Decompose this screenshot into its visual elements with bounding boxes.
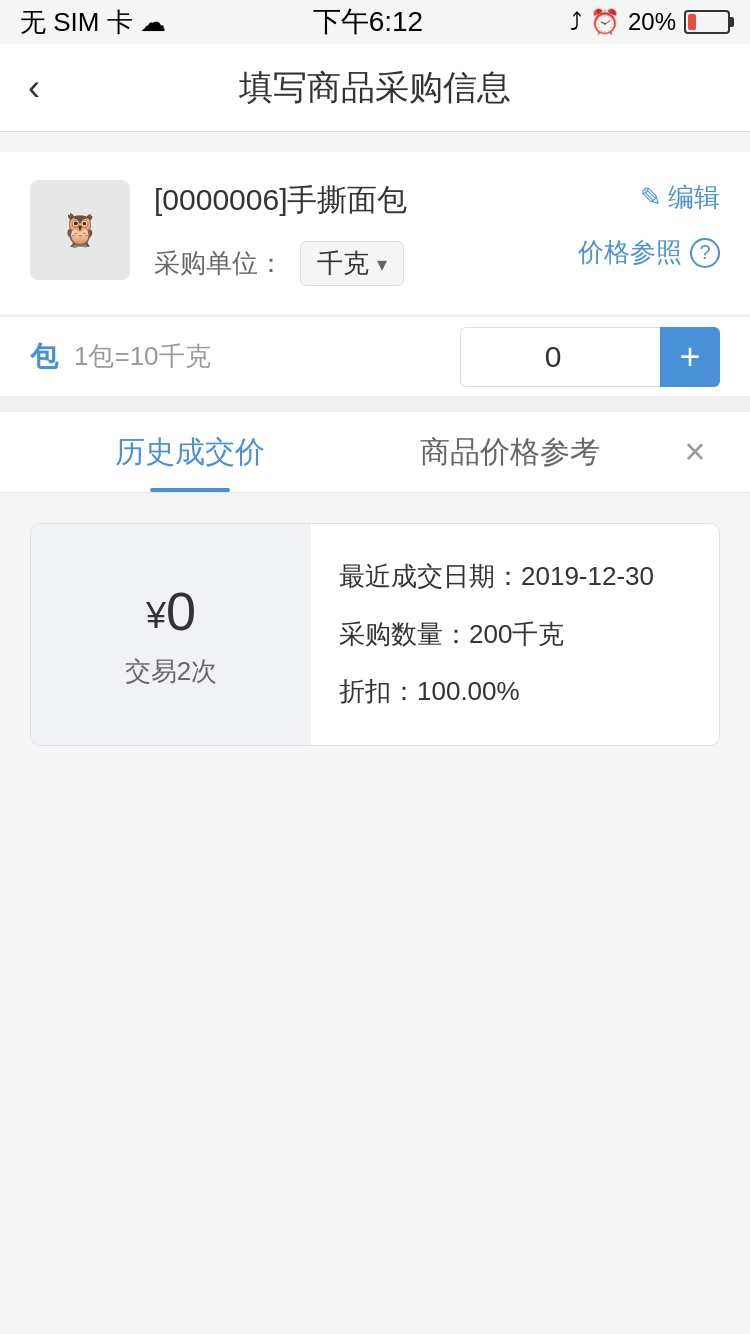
purchase-quantity-value: 200千克: [469, 619, 564, 649]
product-card: 🦉 [0000006]手撕面包 采购单位： 千克 ▾ ✎ 编辑 价格参照: [0, 152, 750, 314]
status-bar: 无 SIM 卡 ☁ 下午6:12 ⤴ ⏰ 20%: [0, 0, 750, 44]
quantity-section: 包 1包=10千克 +: [0, 316, 750, 396]
quantity-label-group: 包 1包=10千克: [30, 338, 211, 376]
location-icon: ⤴: [570, 8, 582, 36]
purchase-quantity-label: 采购数量：: [339, 619, 469, 649]
section-divider: [0, 396, 750, 412]
tab-product-price-ref[interactable]: 商品价格参考: [350, 412, 670, 492]
purchase-quantity-row: 采购数量：200千克: [339, 614, 691, 656]
product-unit-row: 采购单位： 千克 ▾: [154, 241, 407, 286]
unit-label: 采购单位：: [154, 246, 284, 281]
transaction-count: 交易2次: [125, 654, 217, 689]
tab1-label: 历史成交价: [115, 432, 265, 473]
status-left: 无 SIM 卡 ☁: [20, 5, 166, 40]
no-sim-label: 无 SIM 卡 ☁: [20, 5, 166, 40]
product-actions: ✎ 编辑 价格参照 ?: [578, 180, 720, 270]
nav-bar: ‹ 填写商品采购信息: [0, 44, 750, 132]
tab-underline: [150, 488, 230, 492]
back-button[interactable]: ‹: [28, 67, 40, 109]
status-right: ⤴ ⏰ 20%: [570, 8, 730, 36]
recent-date-label: 最近成交日期：: [339, 561, 521, 591]
battery-icon: [684, 10, 730, 34]
product-info: [0000006]手撕面包 采购单位： 千克 ▾: [154, 180, 407, 286]
tab-close-button[interactable]: ×: [670, 427, 720, 477]
price-value: 0: [166, 581, 196, 641]
page-title: 填写商品采购信息: [239, 65, 511, 111]
battery-percent: 20%: [628, 8, 676, 36]
transaction-details: 最近成交日期：2019-12-30 采购数量：200千克 折扣：100.00%: [311, 524, 719, 745]
package-icon: 包: [30, 338, 58, 376]
edit-label: 编辑: [668, 180, 720, 215]
discount-value: 100.00%: [417, 676, 520, 706]
edit-icon: ✎: [640, 182, 662, 213]
currency-symbol: ¥: [146, 595, 166, 636]
battery-fill: [688, 14, 696, 30]
quantity-input[interactable]: [460, 327, 660, 387]
price-ref-label: 价格参照: [578, 235, 682, 270]
transaction-price: ¥0: [146, 580, 196, 642]
unit-value: 千克: [317, 246, 369, 281]
price-ref-button[interactable]: 价格参照 ?: [578, 235, 720, 270]
product-name: [0000006]手撕面包: [154, 180, 407, 221]
alarm-icon: ⏰: [590, 8, 620, 36]
tabs-container: 历史成交价 商品价格参考 ×: [0, 412, 750, 493]
product-left: 🦉 [0000006]手撕面包 采购单位： 千克 ▾: [30, 180, 407, 286]
discount-row: 折扣：100.00%: [339, 671, 691, 713]
edit-button[interactable]: ✎ 编辑: [640, 180, 720, 215]
thumbnail-icon: 🦉: [60, 211, 100, 249]
discount-label: 折扣：: [339, 676, 417, 706]
quantity-plus-button[interactable]: +: [660, 327, 720, 387]
content-area: ¥0 交易2次 最近成交日期：2019-12-30 采购数量：200千克 折扣：…: [0, 493, 750, 1093]
quantity-input-group: +: [460, 327, 720, 387]
product-header: 🦉 [0000006]手撕面包 采购单位： 千克 ▾ ✎ 编辑 价格参照: [30, 180, 720, 286]
status-time: 下午6:12: [313, 3, 424, 41]
dropdown-arrow-icon: ▾: [377, 252, 387, 276]
recent-date-row: 最近成交日期：2019-12-30: [339, 556, 691, 598]
product-thumbnail: 🦉: [30, 180, 130, 280]
unit-selector[interactable]: 千克 ▾: [300, 241, 404, 286]
tab-history-price[interactable]: 历史成交价: [30, 412, 350, 492]
recent-date-value: 2019-12-30: [521, 561, 654, 591]
tab2-label: 商品价格参考: [420, 432, 600, 473]
info-icon: ?: [690, 238, 720, 268]
transaction-summary: ¥0 交易2次: [31, 524, 311, 745]
conversion-label: 1包=10千克: [74, 339, 211, 374]
transaction-card: ¥0 交易2次 最近成交日期：2019-12-30 采购数量：200千克 折扣：…: [30, 523, 720, 746]
